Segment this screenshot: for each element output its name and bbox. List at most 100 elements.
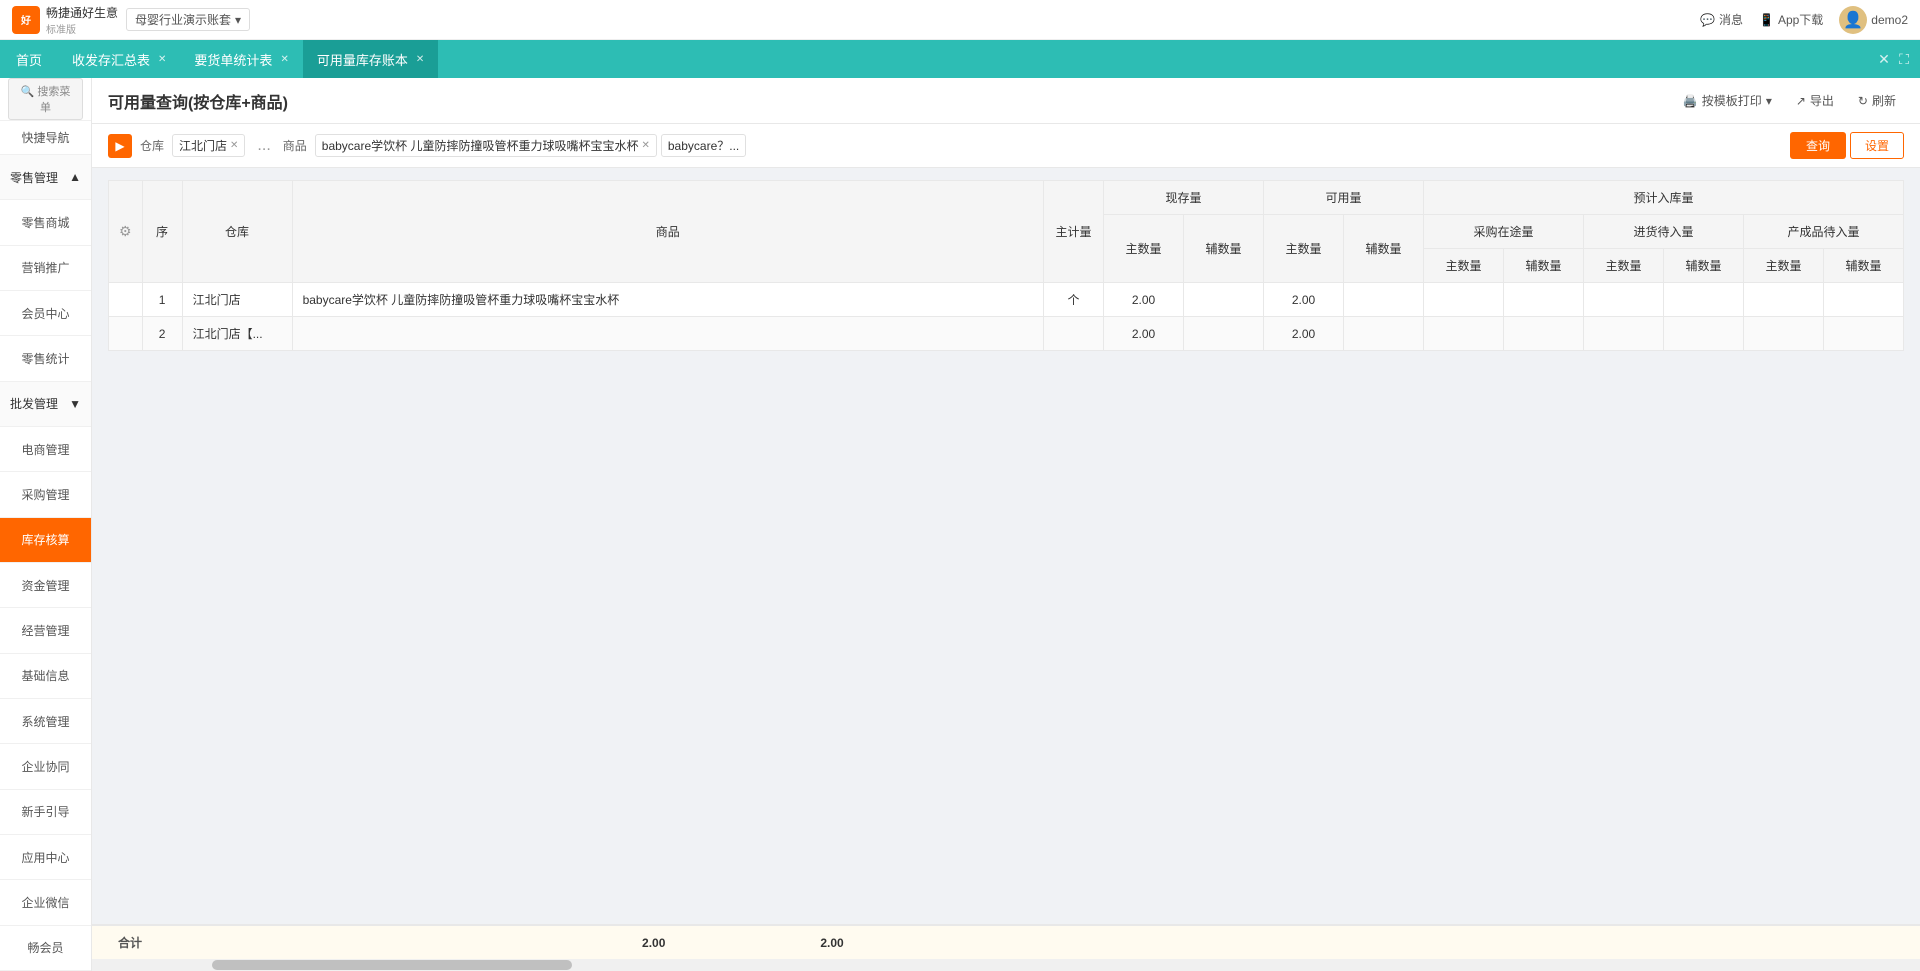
filter-expand-btn[interactable]: ▶ — [108, 134, 132, 158]
sidebar-item-wholesale[interactable]: 批发管理 ▼ — [0, 382, 91, 427]
sidebar-item-finance[interactable]: 资金管理 — [0, 563, 91, 608]
export-btn[interactable]: ↗ 导出 — [1788, 88, 1842, 113]
sidebar-item-member2[interactable]: 畅会员 — [0, 926, 91, 971]
scrollbar-thumb[interactable] — [212, 960, 572, 970]
avatar: 👤 — [1839, 6, 1867, 34]
th-settings: ⚙ — [109, 181, 143, 283]
sidebar-quick-nav[interactable]: 快捷导航 — [0, 121, 91, 155]
cell-product-pending-main-0 — [1744, 283, 1824, 317]
warehouse-tags: 江北门店 ✕ — [172, 134, 245, 157]
cell-current-main-0: 2.00 — [1104, 283, 1184, 317]
sidebar-item-retail-stats[interactable]: 零售统计 — [0, 336, 91, 381]
cell-inbound-pending-main-1 — [1584, 317, 1664, 351]
sidebar-item-enterprise[interactable]: 企业协同 — [0, 744, 91, 789]
sidebar-purchase-label: 采购管理 — [21, 486, 69, 503]
cell-warehouse-1: 江北门店【... — [182, 317, 292, 351]
table-row: 1 江北门店 babycare学饮杯 儿童防摔防撞吸管杯重力球吸嘴杯宝宝水杯 个… — [109, 283, 1904, 317]
th-current-main: 主数量 — [1104, 215, 1184, 283]
cell-purchase-transit-main-1 — [1424, 317, 1504, 351]
cell-product-1 — [292, 317, 1043, 351]
tab-receive-pay-close[interactable]: ✕ — [158, 54, 166, 65]
settings-btn[interactable]: 设置 — [1850, 132, 1904, 159]
print-template-btn[interactable]: 🖨️ 按模板打印 ▾ — [1675, 88, 1780, 113]
sidebar-item-member[interactable]: 会员中心 — [0, 291, 91, 336]
warehouse-tag[interactable]: 江北门店 ✕ — [172, 134, 245, 157]
product-tag-1-text: babycare学饮杯 儿童防摔防撞吸管杯重力球吸嘴杯宝宝水杯 — [322, 137, 639, 154]
sidebar-operation-label: 经营管理 — [21, 622, 69, 639]
summary-available-main: 2.00 — [820, 936, 843, 950]
sidebar-item-new-guide[interactable]: 新手引导 — [0, 790, 91, 835]
template-selector-label: 母婴行业演示账套 — [135, 11, 231, 28]
sidebar-inventory-label: 库存核算 — [21, 531, 69, 548]
sidebar-search-btn[interactable]: 🔍 搜索菜单 — [8, 78, 83, 120]
tab-receive-pay[interactable]: 收发存汇总表 ✕ — [58, 40, 180, 78]
sidebar-system-label: 系统管理 — [21, 713, 69, 730]
cell-num-1: 2 — [142, 317, 182, 351]
sidebar-member2-label: 畅会员 — [27, 939, 63, 956]
content-area: 可用量查询(按仓库+商品) 🖨️ 按模板打印 ▾ ↗ 导出 ↻ 刷新 — [92, 78, 1920, 971]
th-available-aux: 辅数量 — [1344, 215, 1424, 283]
cell-current-main-1: 2.00 — [1104, 317, 1184, 351]
sidebar-item-retail[interactable]: 零售管理 ▲ — [0, 155, 91, 200]
tab-home[interactable]: 首页 — [0, 40, 58, 78]
tab-available-stock[interactable]: 可用量库存账本 ✕ — [303, 40, 438, 78]
sidebar-item-system[interactable]: 系统管理 — [0, 699, 91, 744]
message-icon: 💬 — [1700, 13, 1715, 27]
table-container: ⚙ 序 仓库 商品 主计量 — [92, 168, 1920, 924]
app-download-label: App下载 — [1778, 11, 1823, 28]
cell-available-aux-1 — [1344, 317, 1424, 351]
tab-home-label: 首页 — [16, 50, 42, 69]
sidebar-enterprise-label: 企业协同 — [21, 758, 69, 775]
horizontal-scrollbar[interactable] — [92, 959, 1920, 971]
sidebar-item-basic[interactable]: 基础信息 — [0, 654, 91, 699]
app-sub: 标准版 — [46, 21, 118, 36]
product-tag-2-text: babycare？... — [668, 137, 739, 154]
tab-order-stats[interactable]: 要货单统计表 ✕ — [180, 40, 302, 78]
user-avatar-btn[interactable]: 👤 demo2 — [1839, 6, 1908, 34]
sidebar-item-app-center[interactable]: 应用中心 — [0, 835, 91, 880]
th-available-main: 主数量 — [1264, 215, 1344, 283]
maximize-btn[interactable]: ⛶ — [1896, 51, 1912, 67]
top-bar: 好 畅捷通好生意 标准版 母婴行业演示账套 ▾ 💬 消息 📱 App下载 👤 d… — [0, 0, 1920, 40]
print-template-label: 按模板打印 — [1702, 92, 1762, 109]
sidebar-item-marketing[interactable]: 营销推广 — [0, 246, 91, 291]
th-inbound-pending: 进货待入量 — [1584, 215, 1744, 249]
warehouse-more[interactable]: ... — [253, 137, 274, 155]
th-product: 商品 — [292, 181, 1043, 283]
gear-icon[interactable]: ⚙ — [119, 223, 132, 239]
nav-window-btns: ✕ ⛶ — [1868, 51, 1920, 67]
refresh-btn[interactable]: ↻ 刷新 — [1850, 88, 1904, 113]
cell-product-pending-main-1 — [1744, 317, 1824, 351]
warehouse-tag-close[interactable]: ✕ — [230, 140, 238, 151]
cell-settings-1 — [109, 317, 143, 351]
warehouse-label: 仓库 — [140, 137, 164, 154]
tab-order-stats-close[interactable]: ✕ — [280, 54, 288, 65]
app-download-btn[interactable]: 📱 App下载 — [1759, 11, 1823, 28]
sidebar-item-ecommerce[interactable]: 电商管理 — [0, 427, 91, 472]
sidebar-item-operation[interactable]: 经营管理 — [0, 608, 91, 653]
cell-settings-0 — [109, 283, 143, 317]
tab-available-stock-close[interactable]: ✕ — [416, 54, 424, 65]
nav-tabs: 首页 收发存汇总表 ✕ 要货单统计表 ✕ 可用量库存账本 ✕ ✕ ⛶ — [0, 40, 1920, 78]
chevron-print-icon: ▾ — [1766, 94, 1772, 108]
cell-purchase-transit-aux-1 — [1504, 317, 1584, 351]
query-btn[interactable]: 查询 — [1790, 132, 1846, 159]
cell-inbound-pending-aux-0 — [1664, 283, 1744, 317]
sidebar-item-purchase[interactable]: 采购管理 — [0, 472, 91, 517]
sidebar: 🔍 搜索菜单 快捷导航 零售管理 ▲ 零售商城 营销推广 会员中心 零售统计 批… — [0, 78, 92, 971]
th-current-stock: 现存量 — [1104, 181, 1264, 215]
cell-current-aux-0 — [1184, 283, 1264, 317]
th-inbound-pending-aux: 辅数量 — [1664, 249, 1744, 283]
cell-inbound-pending-main-0 — [1584, 283, 1664, 317]
sidebar-item-retail-mall[interactable]: 零售商城 — [0, 200, 91, 245]
sidebar-retail-stats-label: 零售统计 — [21, 350, 69, 367]
message-btn[interactable]: 💬 消息 — [1700, 11, 1743, 28]
product-label: 商品 — [283, 137, 307, 154]
sidebar-item-enterprise-wechat[interactable]: 企业微信 — [0, 880, 91, 925]
product-tag-1-close[interactable]: ✕ — [641, 140, 649, 151]
close-window-btn[interactable]: ✕ — [1876, 51, 1892, 67]
sidebar-item-inventory[interactable]: 库存核算 — [0, 518, 91, 563]
product-tag-1[interactable]: babycare学饮杯 儿童防摔防撞吸管杯重力球吸嘴杯宝宝水杯 ✕ — [315, 134, 657, 157]
product-tag-2[interactable]: babycare？... — [661, 134, 746, 157]
template-selector[interactable]: 母婴行业演示账套 ▾ — [126, 8, 250, 31]
